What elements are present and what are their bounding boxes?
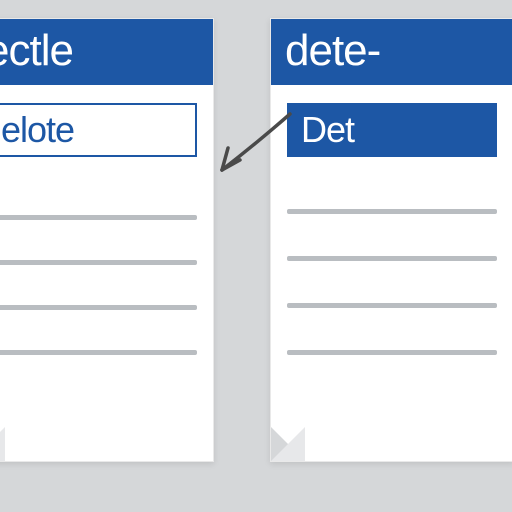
document-right-subheader: Det [287,103,497,157]
document-right-lines [287,209,497,355]
text-line [0,215,197,220]
illustration-stage: ectle elote dete- Det [0,0,512,512]
document-right-title: dete- [285,26,380,75]
text-line [287,350,497,355]
document-left-subheader: elote [0,103,197,157]
text-line [0,305,197,310]
text-line [287,209,497,214]
page-fold-icon [271,427,305,461]
document-left-title: ectle [0,26,73,75]
document-right-body: Det [271,85,512,371]
document-left-header: ectle [0,19,213,85]
document-left-subheader-text: elote [1,109,74,151]
document-right-header: dete- [271,19,512,85]
document-right-subheader-text: Det [301,109,354,151]
document-left: ectle elote [0,18,214,462]
text-line [287,256,497,261]
text-line [0,350,197,355]
text-line [287,303,497,308]
text-line [0,260,197,265]
document-left-lines [0,215,197,355]
page-fold-icon [0,427,5,461]
document-left-body: elote [0,85,213,371]
document-right: dete- Det [270,18,512,462]
